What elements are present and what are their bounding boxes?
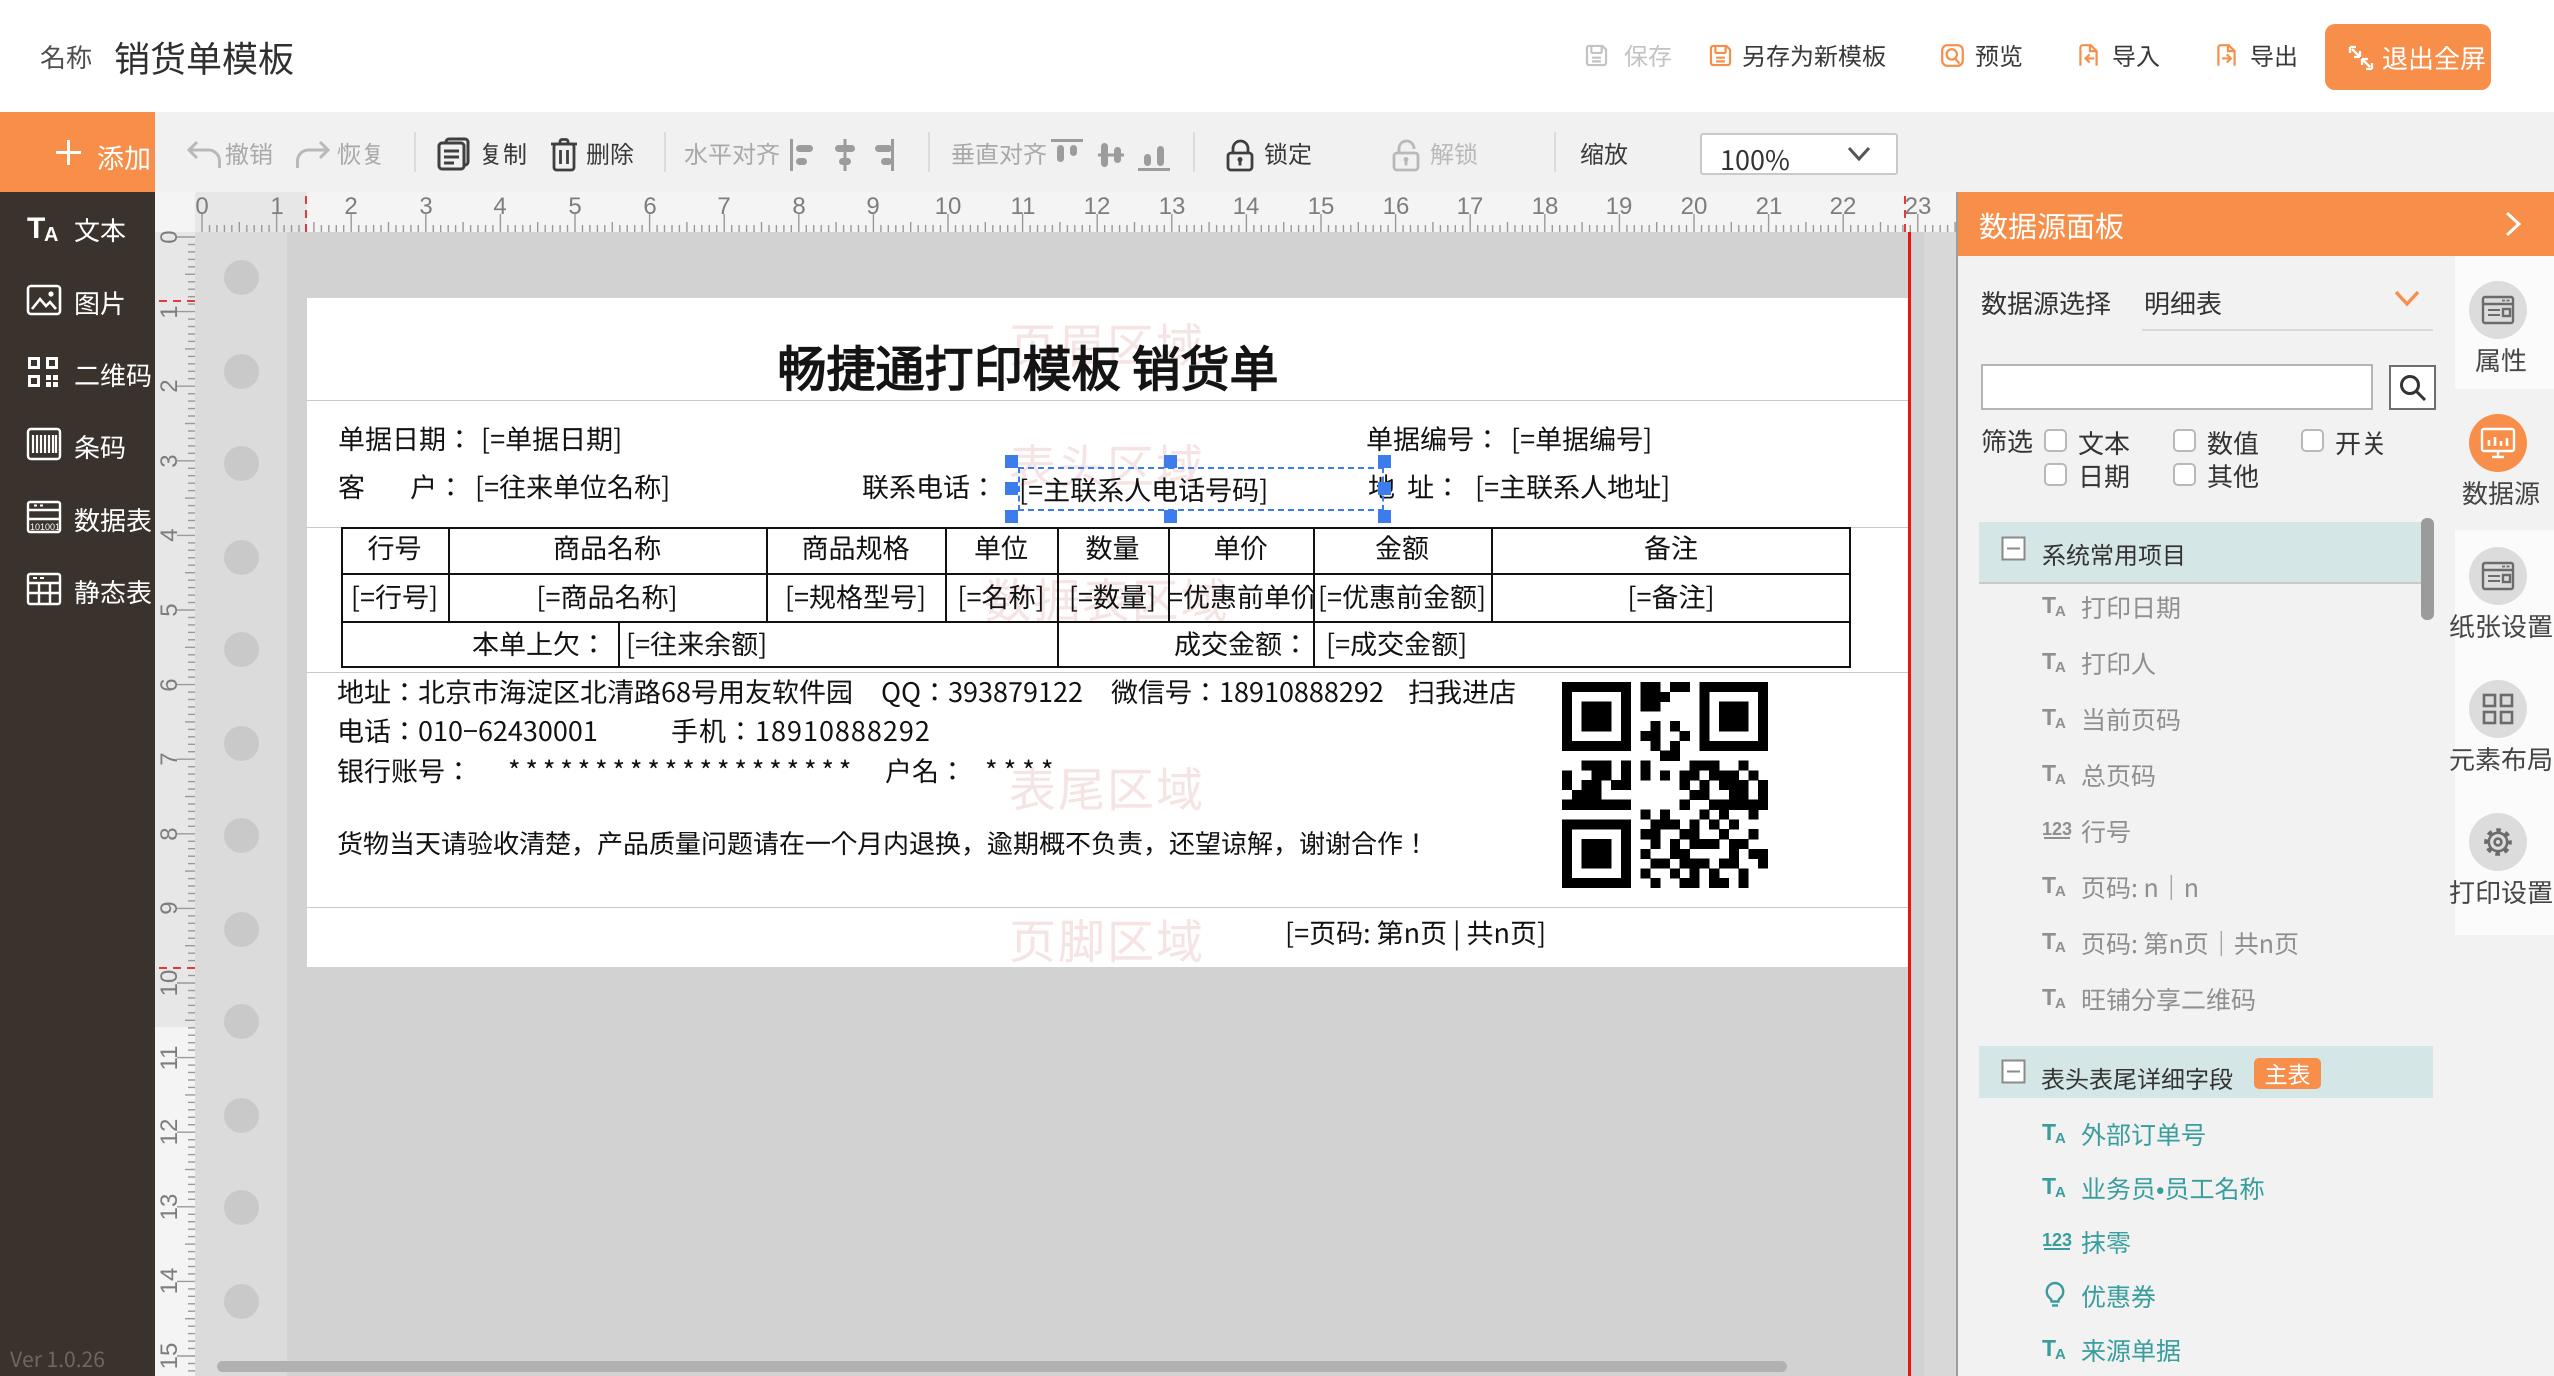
svg-text:T: T (2042, 704, 2056, 730)
svg-text:T: T (2042, 984, 2056, 1010)
svg-text:T: T (2042, 1173, 2056, 1199)
svg-text:A: A (2055, 995, 2066, 1010)
svg-text:A: A (2055, 939, 2066, 954)
svg-text:T: T (2042, 1119, 2056, 1145)
svg-text:T: T (2042, 928, 2056, 954)
svg-text:A: A (2055, 883, 2066, 898)
svg-text:A: A (2055, 1130, 2066, 1145)
svg-text:123: 123 (2042, 819, 2072, 839)
svg-text:A: A (2055, 1184, 2066, 1199)
svg-text:T: T (2042, 760, 2056, 786)
svg-text:T: T (2042, 1335, 2056, 1361)
svg-text:T: T (2042, 648, 2056, 674)
svg-text:A: A (2055, 771, 2066, 786)
svg-text:A: A (2055, 1346, 2066, 1361)
svg-text:A: A (2055, 659, 2066, 674)
svg-text:T: T (2042, 592, 2056, 618)
svg-text:A: A (2055, 603, 2066, 618)
svg-text:123: 123 (2042, 1230, 2072, 1250)
svg-text:T: T (2042, 872, 2056, 898)
svg-text:A: A (2055, 715, 2066, 730)
